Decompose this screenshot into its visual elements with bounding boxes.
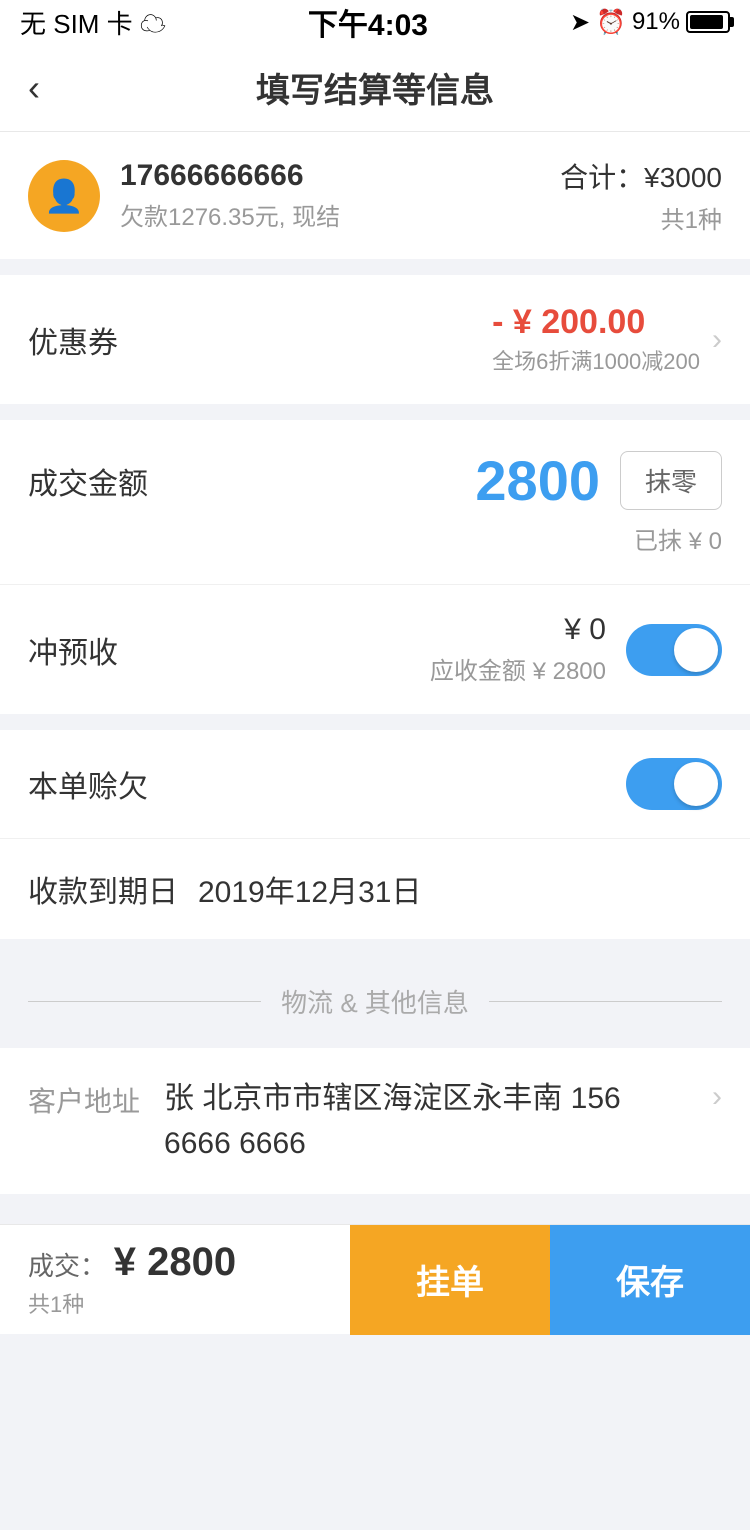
debt-toggle-knob xyxy=(674,762,718,806)
address-value: 张 北京市市辖区海淀区永丰南 156 6666 6666 xyxy=(164,1076,688,1166)
bottom-deal-label: 成交： xyxy=(28,1251,106,1281)
predeposit-label: 冲预收 xyxy=(28,628,118,672)
status-left: 无 SIM 卡 ☁ xyxy=(20,4,166,41)
predeposit-section: 冲预收 ¥ 0 应收金额 ¥ 2800 xyxy=(0,584,750,714)
sim-status: 无 SIM 卡 ☁ xyxy=(20,4,166,41)
page-title: 填写结算等信息 xyxy=(256,63,494,112)
customer-phone: 17666666666 xyxy=(120,159,340,193)
deal-sub-text: 已抹 ¥ 0 xyxy=(28,521,722,556)
coupon-discount: - ¥ 200.00 xyxy=(492,303,700,342)
status-bar: 无 SIM 卡 ☁ 下午4:03 ➤ ⏰ 91% xyxy=(0,0,750,44)
total-label: 合计： xyxy=(560,162,644,193)
coupon-section[interactable]: 优惠券 - ¥ 200.00 全场6折满1000减200 › xyxy=(0,275,750,404)
customer-info-section: 👤 17666666666 欠款1276.35元, 现结 合计：¥3000 共1… xyxy=(0,132,750,259)
predeposit-amount: ¥ 0 xyxy=(430,613,606,647)
deal-amount: 2800 xyxy=(475,448,600,513)
status-right: ➤ ⏰ 91% xyxy=(570,8,730,37)
bottom-count: 共1种 xyxy=(28,1287,322,1319)
divider-line-right xyxy=(489,1001,722,1002)
address-chevron-icon: › xyxy=(712,1080,722,1114)
logistics-divider: 物流 & 其他信息 xyxy=(0,955,750,1048)
duedate-label: 收款到期日 xyxy=(28,867,178,911)
battery-percent: 91% xyxy=(632,8,680,36)
bottom-deal-row: 成交： ¥ 2800 xyxy=(28,1240,322,1285)
deal-section: 成交金额 2800 抹零 已抹 ¥ 0 冲预收 ¥ 0 应收金额 ¥ 2800 xyxy=(0,420,750,714)
battery-fill xyxy=(690,15,723,29)
deal-amount-row: 成交金额 2800 抹零 已抹 ¥ 0 xyxy=(0,420,750,584)
debt-label: 本单赊欠 xyxy=(28,762,148,806)
back-button[interactable]: ‹ xyxy=(28,67,40,109)
coupon-right: - ¥ 200.00 全场6折满1000减200 › xyxy=(492,303,722,376)
avatar: 👤 xyxy=(28,160,100,232)
duedate-section: 收款到期日 2019年12月31日 xyxy=(0,838,750,939)
total-count: 共1种 xyxy=(560,200,722,235)
predeposit-row: 冲预收 ¥ 0 应收金额 ¥ 2800 xyxy=(28,613,722,686)
debt-section: 本单赊欠 收款到期日 2019年12月31日 xyxy=(0,730,750,939)
total-value: ¥3000 xyxy=(644,162,722,193)
duedate-value: 2019年12月31日 xyxy=(198,867,421,911)
customer-details: 17666666666 欠款1276.35元, 现结 xyxy=(120,159,340,232)
bottom-bar: 成交： ¥ 2800 共1种 挂单 保存 xyxy=(0,1224,750,1334)
clock-icon: ⏰ xyxy=(596,8,626,37)
logistics-label: 物流 & 其他信息 xyxy=(281,983,469,1020)
total-label-text: 合计：¥3000 xyxy=(560,156,722,196)
customer-right: 合计：¥3000 共1种 xyxy=(560,156,722,235)
status-time: 下午4:03 xyxy=(308,0,428,44)
debt-row: 本单赊欠 xyxy=(0,730,750,838)
predeposit-amount-wrap: ¥ 0 应收金额 ¥ 2800 xyxy=(430,613,606,686)
location-icon: ➤ xyxy=(570,8,590,37)
battery-icon xyxy=(686,11,730,33)
pending-button[interactable]: 挂单 xyxy=(350,1225,550,1335)
predeposit-right: ¥ 0 应收金额 ¥ 2800 xyxy=(430,613,722,686)
customer-debt: 欠款1276.35元, 现结 xyxy=(120,197,340,232)
bottom-summary: 成交： ¥ 2800 共1种 xyxy=(0,1240,350,1319)
deal-row: 成交金额 2800 抹零 xyxy=(28,448,722,513)
debt-toggle[interactable] xyxy=(626,758,722,810)
deal-value-wrap: 2800 抹零 xyxy=(475,448,722,513)
save-button[interactable]: 保存 xyxy=(550,1225,750,1335)
coupon-chevron-icon: › xyxy=(712,323,722,357)
address-section[interactable]: 客户地址 张 北京市市辖区海淀区永丰南 156 6666 6666 › xyxy=(0,1048,750,1194)
bottom-amount: ¥ 2800 xyxy=(114,1240,236,1284)
deal-label: 成交金额 xyxy=(28,459,148,503)
predeposit-toggle[interactable] xyxy=(626,624,722,676)
toggle-knob xyxy=(674,628,718,672)
coupon-info: - ¥ 200.00 全场6折满1000减200 xyxy=(492,303,700,376)
predeposit-receivable: 应收金额 ¥ 2800 xyxy=(430,651,606,686)
round-off-button[interactable]: 抹零 xyxy=(620,451,722,510)
nav-bar: ‹ 填写结算等信息 xyxy=(0,44,750,132)
coupon-desc: 全场6折满1000减200 xyxy=(492,344,700,376)
customer-left: 👤 17666666666 欠款1276.35元, 现结 xyxy=(28,159,340,232)
divider-line-left xyxy=(28,1001,261,1002)
coupon-label: 优惠券 xyxy=(28,318,118,362)
address-label: 客户地址 xyxy=(28,1076,140,1120)
